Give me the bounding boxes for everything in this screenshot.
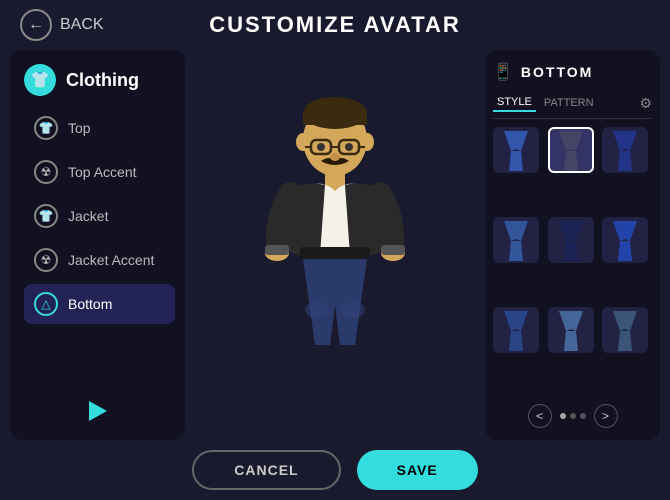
right-header: 📱 BOTTOM: [493, 62, 652, 86]
top-accent-icon: ☢: [34, 160, 58, 184]
clothing-icon: 👕: [24, 64, 56, 96]
tabs-row: STYLE PATTERN ⚙: [493, 94, 652, 119]
back-button[interactable]: ← BACK: [20, 9, 104, 41]
settings-icon[interactable]: ⚙: [639, 95, 652, 112]
menu-item-jacket-label: Jacket: [68, 208, 108, 224]
jacket-icon: 👕: [34, 204, 58, 228]
grid-item-1[interactable]: [493, 127, 539, 173]
grid-item-7[interactable]: [493, 307, 539, 353]
avatar-svg: [235, 85, 435, 405]
items-grid: [493, 127, 652, 392]
page-dots: [560, 413, 586, 419]
arrow-right-icon: [89, 401, 107, 421]
left-panel: 👕 Clothing 👕 Top ☢ Top Accent 👕 Jacket ☢…: [10, 50, 185, 440]
grid-item-2[interactable]: [548, 127, 594, 173]
phone-icon: 📱: [493, 62, 513, 82]
tab-style[interactable]: STYLE: [493, 94, 536, 112]
menu-items: 👕 Top ☢ Top Accent 👕 Jacket ☢ Jacket Acc…: [20, 108, 175, 324]
right-panel: 📱 BOTTOM STYLE PATTERN ⚙: [485, 50, 660, 440]
grid-item-4[interactable]: [493, 217, 539, 263]
header: ← BACK CUSTOMIZE AVATAR: [0, 0, 670, 50]
back-circle-icon: ←: [20, 9, 52, 41]
jacket-accent-icon: ☢: [34, 248, 58, 272]
clothing-header: 👕 Clothing: [20, 64, 175, 96]
menu-item-top-accent[interactable]: ☢ Top Accent: [24, 152, 175, 192]
prev-page-button[interactable]: <: [528, 404, 552, 428]
main-content: 👕 Clothing 👕 Top ☢ Top Accent 👕 Jacket ☢…: [0, 50, 670, 440]
pagination-row: < >: [493, 400, 652, 428]
menu-item-top-accent-label: Top Accent: [68, 164, 137, 180]
dot-3: [580, 413, 586, 419]
footer: CANCEL SAVE: [0, 440, 670, 500]
avatar-container: [225, 75, 445, 415]
grid-item-8[interactable]: [548, 307, 594, 353]
page-title: CUSTOMIZE AVATAR: [209, 12, 461, 38]
grid-item-3[interactable]: [602, 127, 648, 173]
cancel-button[interactable]: CANCEL: [192, 450, 340, 490]
menu-item-jacket-accent[interactable]: ☢ Jacket Accent: [24, 240, 175, 280]
grid-item-9[interactable]: [602, 307, 648, 353]
menu-item-bottom[interactable]: △ Bottom: [24, 284, 175, 324]
menu-item-top-label: Top: [68, 120, 91, 136]
next-arrow[interactable]: [20, 391, 175, 426]
dot-1: [560, 413, 566, 419]
dot-2: [570, 413, 576, 419]
top-icon: 👕: [34, 116, 58, 140]
back-label: BACK: [60, 16, 104, 34]
save-button[interactable]: SAVE: [357, 450, 478, 490]
clothing-label: Clothing: [66, 70, 139, 91]
right-section-title: BOTTOM: [521, 64, 593, 80]
next-page-button[interactable]: >: [594, 404, 618, 428]
menu-item-jacket-accent-label: Jacket Accent: [68, 252, 154, 268]
menu-item-top[interactable]: 👕 Top: [24, 108, 175, 148]
grid-item-5[interactable]: [548, 217, 594, 263]
bottom-icon: △: [34, 292, 58, 316]
avatar-panel: [195, 50, 475, 440]
menu-item-jacket[interactable]: 👕 Jacket: [24, 196, 175, 236]
menu-item-bottom-label: Bottom: [68, 296, 112, 312]
tab-pattern[interactable]: PATTERN: [540, 95, 598, 111]
grid-item-6[interactable]: [602, 217, 648, 263]
